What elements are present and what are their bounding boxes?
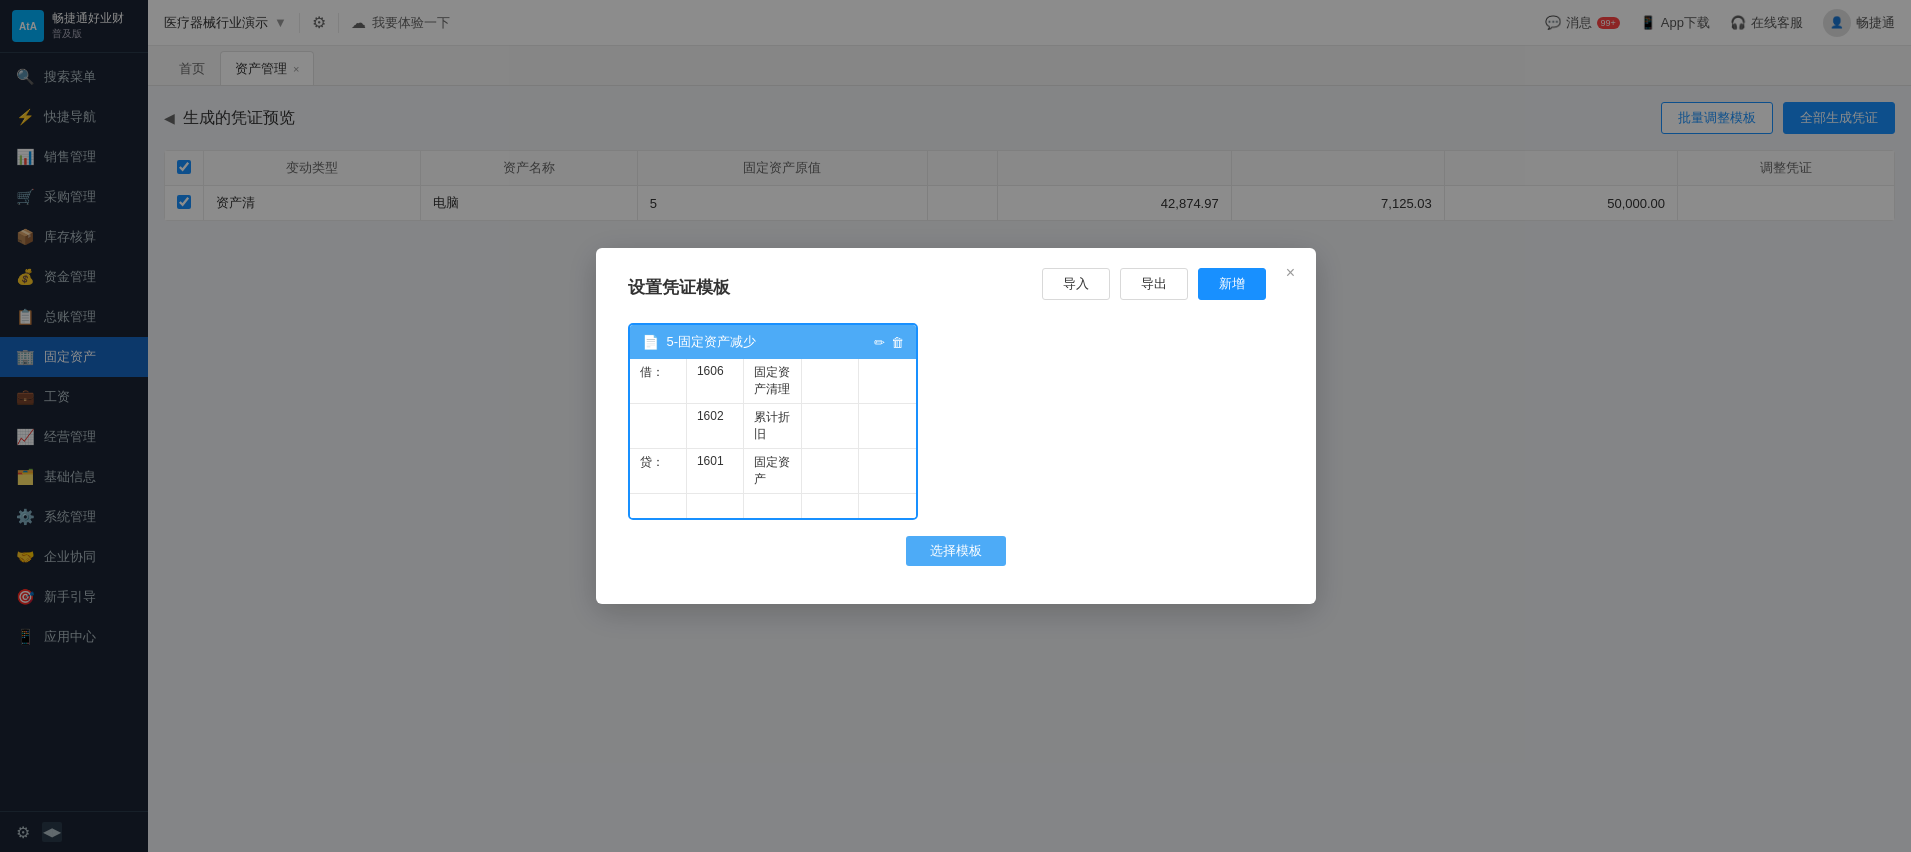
entry-direction: 借： <box>630 359 687 403</box>
template-list: 📄 5-固定资产减少 ✏ 🗑 借： 1606 固定资产清理 1602 累计折旧 … <box>628 323 1284 520</box>
template-card-header: 📄 5-固定资产减少 ✏ 🗑 <box>630 325 916 359</box>
entry-code: 1606 <box>687 359 744 403</box>
template-delete-btn[interactable]: 🗑 <box>891 335 904 350</box>
entry-credit <box>859 359 915 403</box>
template-card-actions: ✏ 🗑 <box>874 335 904 350</box>
entry-debit <box>802 449 859 493</box>
entry-account <box>744 494 801 518</box>
entry-debit <box>802 359 859 403</box>
template-entry-row: 贷： 1601 固定资产 <box>630 449 916 494</box>
entry-direction <box>630 494 687 518</box>
template-card-5: 📄 5-固定资产减少 ✏ 🗑 借： 1606 固定资产清理 1602 累计折旧 … <box>628 323 918 520</box>
entry-code <box>687 494 744 518</box>
template-doc-icon: 📄 <box>642 334 659 350</box>
import-btn[interactable]: 导入 <box>1042 268 1110 300</box>
entry-debit <box>802 494 859 518</box>
entry-account: 固定资产 <box>744 449 801 493</box>
template-entry-row: 借： 1606 固定资产清理 <box>630 359 916 404</box>
voucher-template-modal: × 设置凭证模板 导入 导出 新增 📄 5-固定资产减少 ✏ 🗑 借： 1606 <box>596 248 1316 604</box>
entry-code: 1602 <box>687 404 744 448</box>
modal-overlay: × 设置凭证模板 导入 导出 新增 📄 5-固定资产减少 ✏ 🗑 借： 1606 <box>0 0 1911 852</box>
modal-close-btn[interactable]: × <box>1280 262 1302 284</box>
template-entry-row <box>630 494 916 518</box>
entry-credit <box>859 494 915 518</box>
select-template-btn[interactable]: 选择模板 <box>906 536 1006 566</box>
template-card-title: 5-固定资产减少 <box>667 333 866 351</box>
new-template-btn[interactable]: 新增 <box>1198 268 1266 300</box>
entry-account: 累计折旧 <box>744 404 801 448</box>
template-entry-row: 1602 累计折旧 <box>630 404 916 449</box>
modal-header-actions: 导入 导出 新增 <box>1042 268 1266 300</box>
entry-account: 固定资产清理 <box>744 359 801 403</box>
entry-credit <box>859 449 915 493</box>
entry-direction <box>630 404 687 448</box>
template-edit-btn[interactable]: ✏ <box>874 335 885 350</box>
template-entries: 借： 1606 固定资产清理 1602 累计折旧 贷： 1601 固定资产 <box>630 359 916 518</box>
export-btn[interactable]: 导出 <box>1120 268 1188 300</box>
entry-debit <box>802 404 859 448</box>
entry-code: 1601 <box>687 449 744 493</box>
entry-credit <box>859 404 915 448</box>
entry-direction: 贷： <box>630 449 687 493</box>
template-card-body: 借： 1606 固定资产清理 1602 累计折旧 贷： 1601 固定资产 <box>630 359 916 518</box>
